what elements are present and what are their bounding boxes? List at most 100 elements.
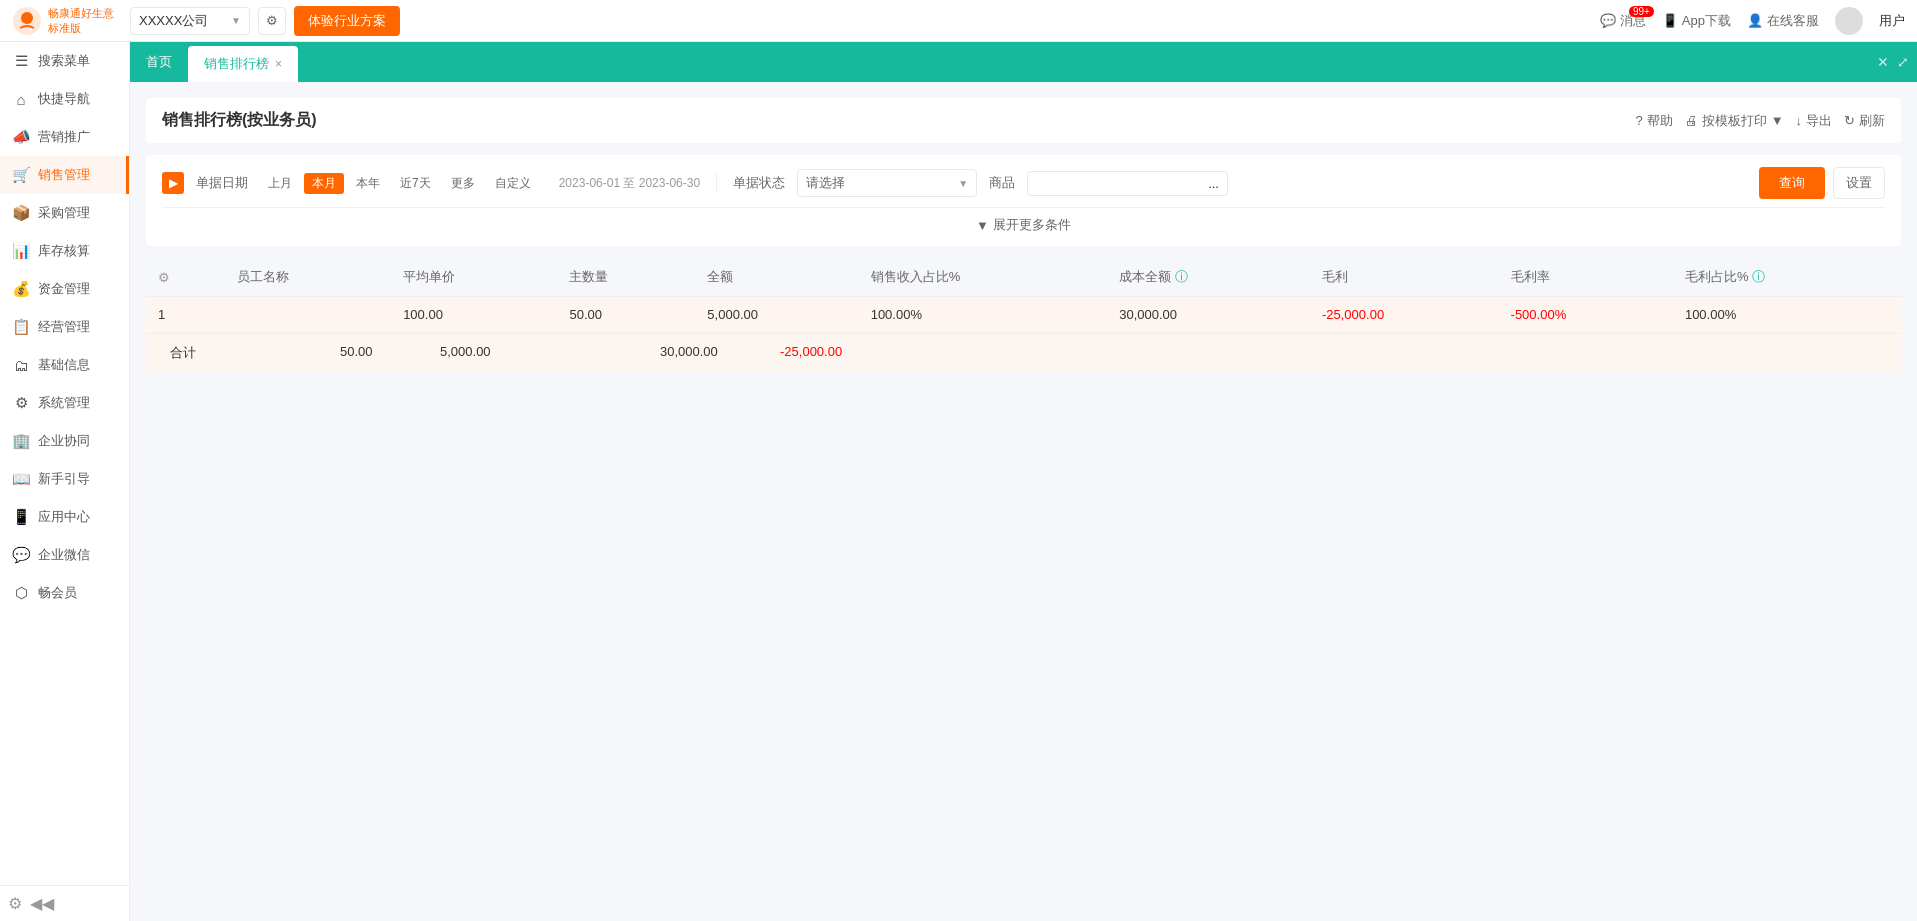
avatar[interactable] [1835, 7, 1863, 35]
date-range-display: 2023-06-01 至 2023-06-30 [559, 175, 700, 192]
finance-icon: 💰 [12, 280, 30, 298]
goods-filter-input[interactable]: ... [1027, 171, 1228, 196]
settings-bottom-icon[interactable]: ⚙ [8, 894, 22, 913]
goods-filter-label: 商品 [989, 174, 1015, 192]
collapse-icon[interactable]: ◀◀ [30, 894, 54, 913]
sidebar-item-label: 销售管理 [38, 166, 90, 184]
content-area: 首页 销售排行榜 × ✕ ⤢ 销售排行榜(按业务员) [130, 42, 1917, 921]
tab-restore-icon[interactable]: ⤢ [1897, 54, 1909, 70]
table-header: ⚙ 员工名称 平均单价 主数量 全额 销售收入占比% 成本全额 ⓘ [146, 258, 1901, 297]
sidebar-item-wechat[interactable]: 💬 企业微信 [0, 536, 129, 574]
table-row: 1 100.00 50.00 5,000.00 100.00% 30,000.0… [146, 297, 1901, 333]
operations-icon: 📋 [12, 318, 30, 336]
date-filter-label: 单据日期 [196, 174, 248, 192]
search-icon: ☰ [12, 52, 30, 70]
sidebar-item-enterprise[interactable]: 🏢 企业协同 [0, 422, 129, 460]
date-tab-last-month[interactable]: 上月 [260, 173, 300, 194]
col-gross-profit: 毛利 [1310, 258, 1499, 297]
sidebar-item-label: 应用中心 [38, 508, 90, 526]
col-avg-price: 平均单价 [391, 258, 557, 297]
filter-settings-button[interactable]: 设置 [1833, 167, 1885, 199]
sidebar-item-base-info[interactable]: 🗂 基础信息 [0, 346, 129, 384]
tab-bar: 首页 销售排行榜 × ✕ ⤢ [130, 42, 1917, 82]
goods-input-field[interactable] [1036, 176, 1204, 191]
date-tabs: 上月 本月 本年 近7天 更多 自定义 [260, 173, 539, 194]
sidebar-item-finance[interactable]: 💰 资金管理 [0, 270, 129, 308]
expand-filter-icon[interactable]: ▶ [162, 172, 184, 194]
sidebar-item-label: 系统管理 [38, 394, 90, 412]
gross-ratio-info-icon[interactable]: ⓘ [1752, 269, 1765, 284]
page-header: 销售排行榜(按业务员) ? 帮助 🖨 按模板打印 ▼ ↓ [146, 98, 1901, 143]
date-tab-this-month[interactable]: 本月 [304, 173, 344, 194]
footer-main-qty: 50.00 [328, 344, 428, 362]
sidebar-item-guide[interactable]: 📖 新手引导 [0, 460, 129, 498]
settings-button[interactable]: ⚙ [258, 7, 286, 35]
sidebar-item-label: 采购管理 [38, 204, 90, 222]
svg-point-1 [21, 12, 33, 24]
cost-info-icon[interactable]: ⓘ [1175, 269, 1188, 284]
query-button[interactable]: 查询 [1759, 167, 1825, 199]
goods-more-icon[interactable]: ... [1208, 176, 1219, 191]
tab-close-icon[interactable]: × [275, 57, 282, 71]
date-tab-this-year[interactable]: 本年 [348, 173, 388, 194]
main-area: ☰ 搜索菜单 ⌂ 快捷导航 📣 营销推广 🛒 销售管理 📦 采购管理 📊 库 [0, 42, 1917, 921]
export-button[interactable]: ↓ 导出 [1796, 112, 1833, 130]
print-chevron-icon: ▼ [1771, 113, 1784, 128]
logo-text: 畅康通好生意 标准版 [48, 6, 114, 35]
export-icon: ↓ [1796, 113, 1803, 128]
col-settings[interactable]: ⚙ [146, 258, 225, 297]
status-filter-select[interactable]: 请选择 ▼ [797, 169, 977, 197]
help-button[interactable]: ? 帮助 [1635, 112, 1672, 130]
date-tab-custom[interactable]: 自定义 [487, 173, 539, 194]
date-tab-7days[interactable]: 近7天 [392, 173, 439, 194]
print-icon: 🖨 [1685, 113, 1698, 128]
message-button[interactable]: 💬 消息 99+ [1600, 12, 1646, 30]
online-service-button[interactable]: 👤 在线客服 [1747, 12, 1819, 30]
sidebar-item-label: 新手引导 [38, 470, 90, 488]
app-download-button[interactable]: 📱 App下载 [1662, 12, 1731, 30]
cell-gross-profit: -25,000.00 [1310, 297, 1499, 333]
logo-icon [12, 6, 42, 36]
tab-home-label: 首页 [146, 53, 172, 71]
cell-avg-price: 100.00 [391, 297, 557, 333]
sidebar-item-purchase[interactable]: 📦 采购管理 [0, 194, 129, 232]
sidebar-item-inventory[interactable]: 📊 库存核算 [0, 232, 129, 270]
cell-sales-ratio: 100.00% [859, 297, 1108, 333]
sidebar-item-sales[interactable]: 🛒 销售管理 [0, 156, 129, 194]
col-gross-ratio: 毛利占比% ⓘ [1673, 258, 1901, 297]
date-tab-more[interactable]: 更多 [443, 173, 483, 194]
refresh-icon: ↻ [1844, 113, 1855, 128]
expand-more-button[interactable]: ▼ 展开更多条件 [162, 207, 1885, 234]
sidebar-item-marketing[interactable]: 📣 营销推广 [0, 118, 129, 156]
tab-close-window-icon[interactable]: ✕ [1877, 54, 1889, 70]
tab-sales-ranking[interactable]: 销售排行榜 × [188, 46, 298, 82]
sidebar-item-search[interactable]: ☰ 搜索菜单 [0, 42, 129, 80]
sidebar-item-system[interactable]: ⚙ 系统管理 [0, 384, 129, 422]
page-title: 销售排行榜(按业务员) [162, 110, 317, 131]
table-footer: 合计 50.00 5,000.00 30,000.00 -25,000.00 [146, 333, 1901, 372]
base-info-icon: 🗂 [12, 357, 30, 374]
cell-rank: 1 [146, 297, 225, 333]
sidebar-item-quick-nav[interactable]: ⌂ 快捷导航 [0, 80, 129, 118]
col-total-amount: 全额 [695, 258, 858, 297]
cell-main-qty: 50.00 [557, 297, 695, 333]
user-name: 用户 [1879, 12, 1905, 30]
status-chevron-icon: ▼ [958, 178, 968, 189]
company-selector[interactable]: XXXXX公司 ▼ [130, 7, 250, 35]
table-wrapper: ⚙ 员工名称 平均单价 主数量 全额 销售收入占比% 成本全额 ⓘ [146, 258, 1901, 333]
sidebar-item-app-center[interactable]: 📱 应用中心 [0, 498, 129, 536]
sidebar-item-member[interactable]: ⬡ 畅会员 [0, 574, 129, 612]
refresh-button[interactable]: ↻ 刷新 [1844, 112, 1885, 130]
sidebar-item-label: 搜索菜单 [38, 52, 90, 70]
sidebar-item-label: 企业协同 [38, 432, 90, 450]
trial-button[interactable]: 体验行业方案 [294, 6, 400, 36]
sidebar: ☰ 搜索菜单 ⌂ 快捷导航 📣 营销推广 🛒 销售管理 📦 采购管理 📊 库 [0, 42, 130, 921]
template-print-button[interactable]: 🖨 按模板打印 ▼ [1685, 112, 1784, 130]
filter-right-buttons: 查询 设置 [1759, 167, 1885, 199]
footer-gross-profit: -25,000.00 [768, 344, 854, 362]
sidebar-item-label: 经营管理 [38, 318, 90, 336]
sales-icon: 🛒 [12, 166, 30, 184]
cell-gross-rate: -500.00% [1499, 297, 1673, 333]
sidebar-item-operations[interactable]: 📋 经营管理 [0, 308, 129, 346]
tab-home[interactable]: 首页 [130, 42, 188, 82]
